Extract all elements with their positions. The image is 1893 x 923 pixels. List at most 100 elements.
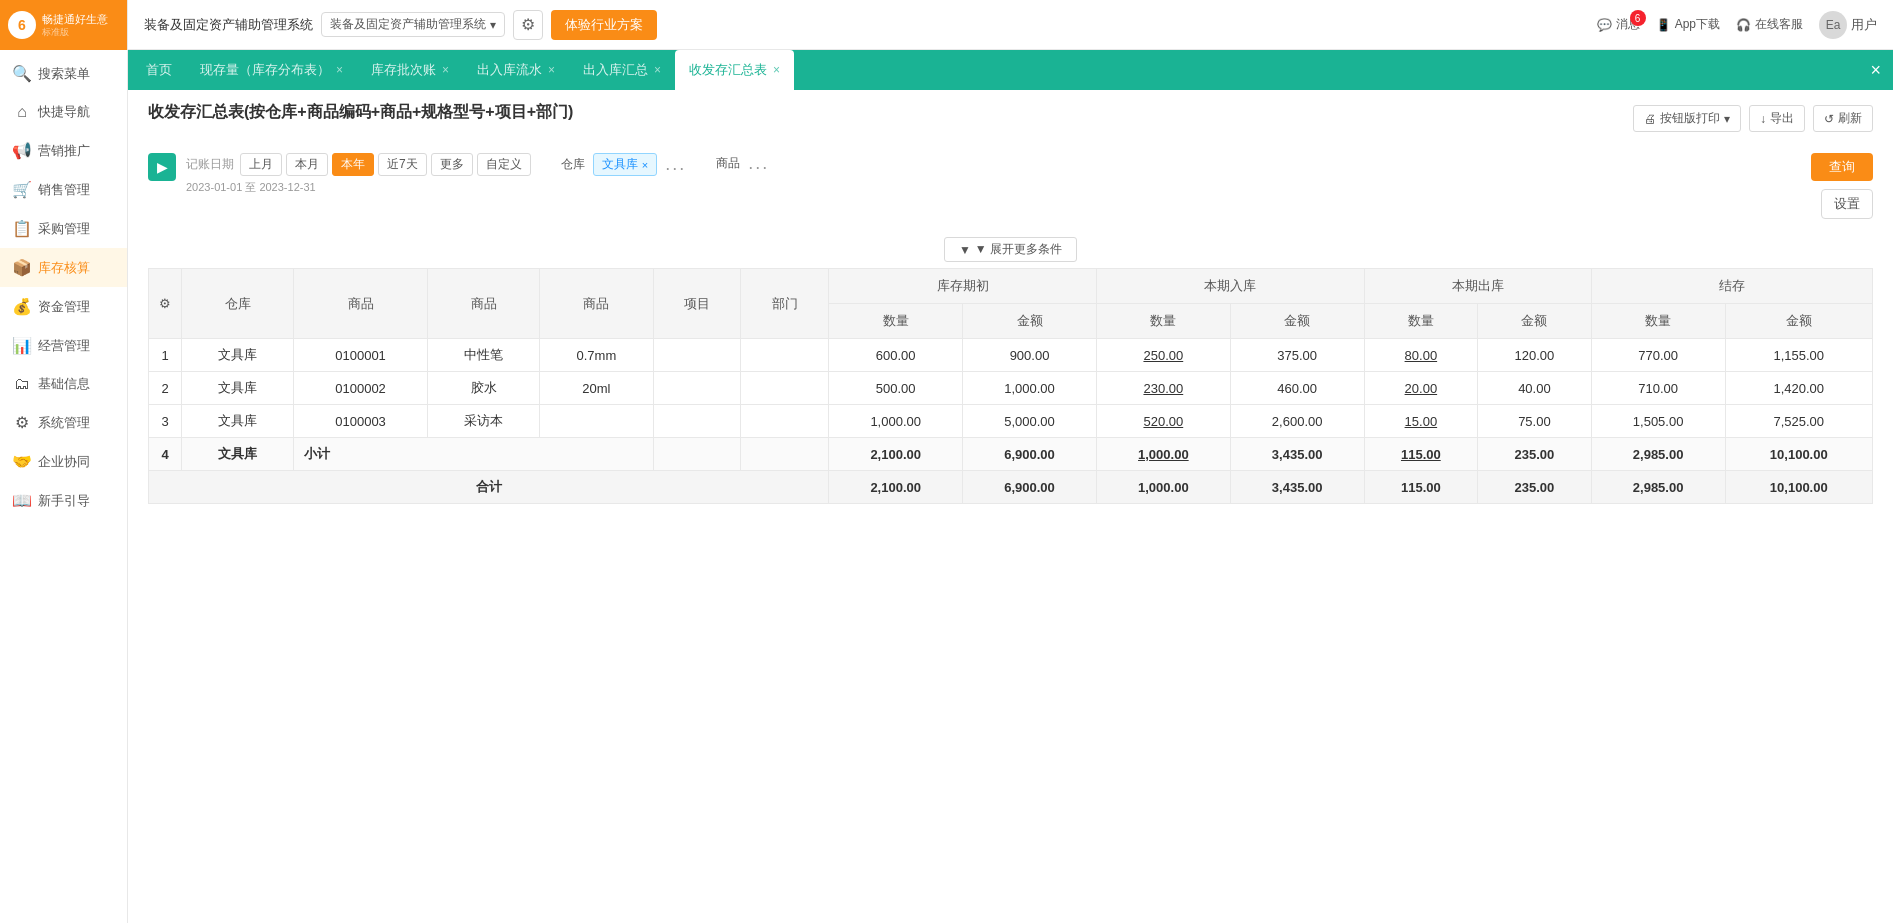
row2-out-qty[interactable]: 20.00	[1364, 372, 1478, 405]
online-service-button[interactable]: 🎧 在线客服	[1736, 16, 1803, 33]
th-bal-qty: 数量	[1591, 304, 1725, 339]
tab-home-label: 首页	[146, 61, 172, 79]
row3-in-qty[interactable]: 520.00	[1096, 405, 1230, 438]
corp-icon: 🤝	[12, 452, 32, 471]
more-btn[interactable]: 更多	[431, 153, 473, 176]
this-year-btn[interactable]: 本年	[332, 153, 374, 176]
tab-inout-flow[interactable]: 出入库流水 ×	[463, 50, 569, 90]
warehouse-more-button[interactable]: ...	[665, 154, 686, 175]
row1-out-qty[interactable]: 80.00	[1364, 339, 1478, 372]
close-all-tabs[interactable]: ×	[1862, 60, 1889, 81]
purchase-icon: 📋	[12, 219, 32, 238]
tab-inout-summary[interactable]: 出入库汇总 ×	[569, 50, 675, 90]
row2-bal-qty: 710.00	[1591, 372, 1725, 405]
tab-inout-flow-close[interactable]: ×	[548, 63, 555, 77]
warehouse-tag[interactable]: 文具库 ×	[593, 153, 657, 176]
th-out-amt: 金额	[1478, 304, 1592, 339]
system-dropdown[interactable]: 装备及固定资产辅助管理系统 ▾	[321, 12, 505, 37]
sidebar-item-label: 基础信息	[38, 375, 90, 393]
filter-settings-button[interactable]: 设置	[1821, 189, 1873, 219]
sidebar-item-business[interactable]: 📊 经营管理	[0, 326, 127, 365]
warehouse-label: 仓库	[561, 156, 585, 173]
sidebar-item-system[interactable]: ⚙ 系统管理	[0, 403, 127, 442]
custom-btn[interactable]: 自定义	[477, 153, 531, 176]
tab-batch-close[interactable]: ×	[442, 63, 449, 77]
sidebar-item-inventory[interactable]: 📦 库存核算	[0, 248, 127, 287]
query-button[interactable]: 查询	[1811, 153, 1873, 181]
topbar-settings-button[interactable]: ⚙	[513, 10, 543, 40]
row2-warehouse: 文具库	[182, 372, 294, 405]
user-menu[interactable]: Ea 用户	[1819, 11, 1877, 39]
row2-in-amt: 460.00	[1230, 372, 1364, 405]
subtotal-in-qty[interactable]: 1,000.00	[1096, 438, 1230, 471]
search-icon: 🔍	[12, 64, 32, 83]
inventory-icon: 📦	[12, 258, 32, 277]
tab-inout-summary-label: 出入库汇总	[583, 61, 648, 79]
sidebar-item-search[interactable]: 🔍 搜索菜单	[0, 54, 127, 93]
sidebar-item-label: 库存核算	[38, 259, 90, 277]
warehouse-tag-remove[interactable]: ×	[642, 159, 648, 171]
th-out: 本期出库	[1364, 269, 1591, 304]
warehouse-tag-text: 文具库	[602, 156, 638, 173]
tab-inout-flow-label: 出入库流水	[477, 61, 542, 79]
messages-button[interactable]: 💬 消息 6	[1597, 16, 1640, 33]
row2-project	[653, 372, 741, 405]
tab-stock-close[interactable]: ×	[336, 63, 343, 77]
last-month-btn[interactable]: 上月	[240, 153, 282, 176]
sidebar-item-purchase[interactable]: 📋 采购管理	[0, 209, 127, 248]
app-download-button[interactable]: 📱 App下载	[1656, 16, 1720, 33]
filter-toggle-button[interactable]: ▶	[148, 153, 176, 181]
print-button[interactable]: 🖨 按钮版打印 ▾	[1633, 105, 1741, 132]
total-open-amt: 6,900.00	[963, 471, 1097, 504]
subtotal-row: 4 文具库 小计 2,100.00 6,900.00 1,000.00 3,43…	[149, 438, 1873, 471]
data-table: ⚙ 仓库 商品 商品 商品 项目 部门 库存期初 本期入库 本期出库 结存 数量	[148, 268, 1873, 504]
expand-icon: ▼	[959, 243, 971, 257]
this-month-btn[interactable]: 本月	[286, 153, 328, 176]
tab-inout-summary-close[interactable]: ×	[654, 63, 661, 77]
table-settings-col[interactable]: ⚙	[149, 269, 182, 339]
subtotal-no: 4	[149, 438, 182, 471]
sidebar-item-corp[interactable]: 🤝 企业协同	[0, 442, 127, 481]
system-name: 装备及固定资产辅助管理系统	[144, 16, 313, 34]
chevron-down-icon: ▾	[490, 18, 496, 32]
sidebar-item-finance[interactable]: 💰 资金管理	[0, 287, 127, 326]
total-open-qty: 2,100.00	[829, 471, 963, 504]
row2-open-amt: 1,000.00	[963, 372, 1097, 405]
sidebar-item-guide[interactable]: 📖 新手引导	[0, 481, 127, 520]
sidebar-item-basic[interactable]: 🗂 基础信息	[0, 365, 127, 403]
sidebar-item-marketing[interactable]: 📢 营销推广	[0, 131, 127, 170]
th-code: 商品	[294, 269, 428, 339]
th-warehouse: 仓库	[182, 269, 294, 339]
logo-badge: 标准版	[42, 26, 108, 39]
subtotal-out-qty[interactable]: 115.00	[1364, 438, 1478, 471]
last-7-days-btn[interactable]: 近7天	[378, 153, 427, 176]
refresh-button[interactable]: ↺ 刷新	[1813, 105, 1873, 132]
tab-recv-send[interactable]: 收发存汇总表 ×	[675, 50, 794, 90]
sidebar-item-label: 经营管理	[38, 337, 90, 355]
row2-in-qty[interactable]: 230.00	[1096, 372, 1230, 405]
row3-out-qty[interactable]: 15.00	[1364, 405, 1478, 438]
row3-no: 3	[149, 405, 182, 438]
row1-bal-qty: 770.00	[1591, 339, 1725, 372]
expand-filter-button[interactable]: ▼ ▼ 展开更多条件	[944, 237, 1077, 262]
row1-in-qty[interactable]: 250.00	[1096, 339, 1230, 372]
total-out-qty: 115.00	[1364, 471, 1478, 504]
row2-name: 胶水	[427, 372, 539, 405]
total-in-qty: 1,000.00	[1096, 471, 1230, 504]
export-button[interactable]: ↓ 导出	[1749, 105, 1805, 132]
chevron-down-icon: ▾	[1724, 112, 1730, 126]
tab-home[interactable]: 首页	[132, 50, 186, 90]
row2-out-amt: 40.00	[1478, 372, 1592, 405]
total-label: 合计	[149, 471, 829, 504]
trial-button[interactable]: 体验行业方案	[551, 10, 657, 40]
row1-warehouse: 文具库	[182, 339, 294, 372]
commodity-more-button[interactable]: ...	[748, 153, 769, 174]
tab-stock[interactable]: 现存量（库存分布表） ×	[186, 50, 357, 90]
business-icon: 📊	[12, 336, 32, 355]
sidebar-item-quick-nav[interactable]: ⌂ 快捷导航	[0, 93, 127, 131]
tab-batch[interactable]: 库存批次账 ×	[357, 50, 463, 90]
sidebar-item-label: 采购管理	[38, 220, 90, 238]
sidebar-item-sales[interactable]: 🛒 销售管理	[0, 170, 127, 209]
tab-recv-send-close[interactable]: ×	[773, 63, 780, 77]
row1-out-amt: 120.00	[1478, 339, 1592, 372]
